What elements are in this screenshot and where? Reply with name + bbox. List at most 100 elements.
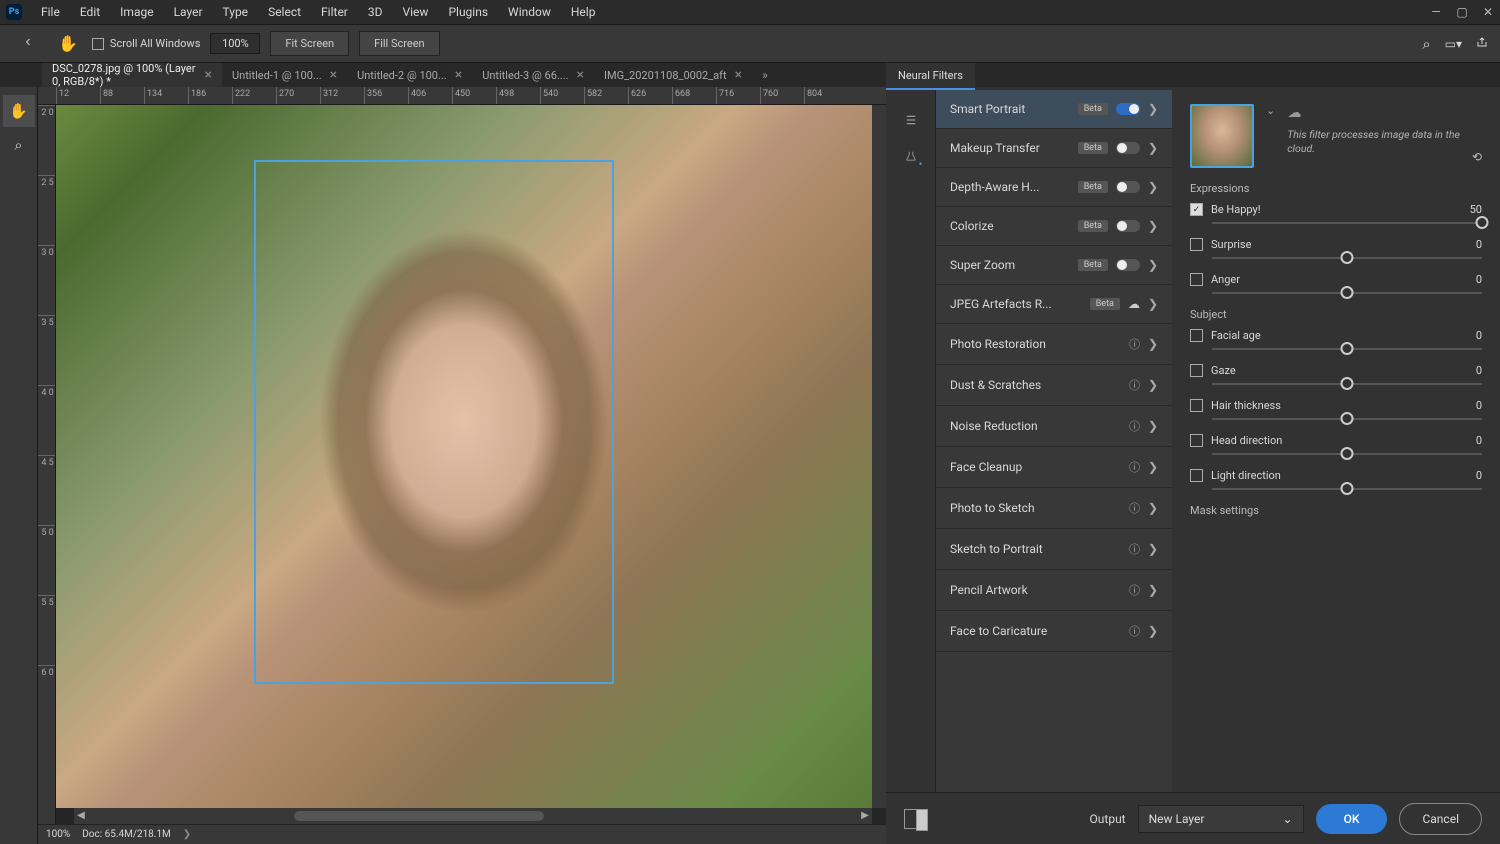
slider-thumb[interactable] (1341, 251, 1354, 264)
slider-track[interactable] (1212, 292, 1482, 294)
filter-toggle[interactable] (1116, 103, 1140, 115)
filter-toggle[interactable] (1116, 259, 1140, 271)
slider-thumb[interactable] (1341, 447, 1354, 460)
slider-thumb[interactable] (1341, 286, 1354, 299)
tab-close-icon[interactable]: × (735, 67, 742, 83)
info-icon[interactable]: ⓘ (1129, 541, 1140, 557)
slider-thumb[interactable] (1476, 216, 1489, 229)
zoom-tool[interactable]: ⌕ (3, 129, 35, 161)
slider-track[interactable] (1212, 418, 1482, 420)
info-icon[interactable]: ⓘ (1129, 418, 1140, 434)
tab-close-icon[interactable]: × (205, 67, 212, 83)
sidebar-icon-beta[interactable] (895, 140, 927, 172)
slider-checkbox[interactable] (1190, 469, 1203, 482)
filter-item[interactable]: JPEG Artefacts R...Beta☁❯ (936, 285, 1172, 324)
slider-checkbox[interactable] (1190, 399, 1203, 412)
slider-track[interactable] (1212, 488, 1482, 490)
info-icon[interactable]: ⓘ (1129, 459, 1140, 475)
close-window-button[interactable]: ✕ (1482, 6, 1494, 18)
slider-checkbox[interactable] (1190, 329, 1203, 342)
filter-item[interactable]: Noise Reductionⓘ❯ (936, 406, 1172, 447)
filter-item[interactable]: Photo Restorationⓘ❯ (936, 324, 1172, 365)
slider-checkbox[interactable] (1190, 364, 1203, 377)
minimize-button[interactable]: — (1430, 6, 1442, 18)
face-dropdown[interactable]: ⌄ (1266, 104, 1275, 117)
scroll-left-arrow[interactable]: ◀ (74, 809, 88, 823)
slider-thumb[interactable] (1341, 482, 1354, 495)
filter-item[interactable]: Makeup TransferBeta❯ (936, 129, 1172, 168)
slider-thumb[interactable] (1341, 377, 1354, 390)
workspace-icon[interactable]: ▭▾ (1445, 37, 1462, 51)
scrollbar-vertical[interactable] (872, 105, 886, 808)
canvas[interactable]: ◀ ▶ (56, 105, 886, 824)
fit-screen-button[interactable]: Fit Screen (270, 31, 349, 56)
document-tab[interactable]: Untitled-3 @ 66....× (472, 63, 594, 87)
tab-close-icon[interactable]: × (577, 67, 584, 83)
filter-toggle[interactable] (1116, 142, 1140, 154)
slider-track[interactable] (1212, 383, 1482, 385)
info-icon[interactable]: ⓘ (1129, 623, 1140, 639)
filter-item[interactable]: Face to Caricatureⓘ❯ (936, 611, 1172, 652)
fill-screen-button[interactable]: Fill Screen (359, 31, 440, 56)
document-tab[interactable]: IMG_20201108_0002_aft× (594, 63, 752, 87)
document-tab[interactable]: Untitled-1 @ 100...× (222, 63, 347, 87)
tab-close-icon[interactable]: × (330, 67, 337, 83)
menu-file[interactable]: File (32, 1, 69, 23)
tab-overflow-icon[interactable]: » (752, 63, 778, 87)
filter-toggle[interactable] (1116, 181, 1140, 193)
scroll-all-checkbox[interactable]: Scroll All Windows (92, 37, 200, 50)
slider-track[interactable] (1212, 257, 1482, 259)
scrollbar-horizontal[interactable]: ◀ ▶ (74, 808, 872, 824)
face-preview-thumbnail[interactable] (1190, 104, 1254, 168)
slider-checkbox[interactable]: ✓ (1190, 203, 1203, 216)
zoom-input[interactable] (210, 33, 260, 54)
download-icon[interactable]: ☁ (1128, 297, 1140, 311)
menu-filter[interactable]: Filter (312, 1, 357, 23)
info-icon[interactable]: ⓘ (1129, 336, 1140, 352)
filter-toggle[interactable] (1116, 220, 1140, 232)
home-button[interactable] (12, 30, 44, 57)
hand-tool[interactable]: ✋ (3, 95, 35, 127)
filter-item[interactable]: Super ZoomBeta❯ (936, 246, 1172, 285)
output-dropdown[interactable]: New Layer ⌄ (1138, 805, 1304, 833)
filter-item[interactable]: Dust & Scratchesⓘ❯ (936, 365, 1172, 406)
scroll-thumb[interactable] (294, 811, 544, 821)
slider-thumb[interactable] (1341, 412, 1354, 425)
slider-checkbox[interactable] (1190, 238, 1203, 251)
menu-layer[interactable]: Layer (165, 1, 212, 23)
ok-button[interactable]: OK (1316, 804, 1388, 834)
slider-checkbox[interactable] (1190, 273, 1203, 286)
menu-3d[interactable]: 3D (359, 1, 392, 23)
filter-item[interactable]: Face Cleanupⓘ❯ (936, 447, 1172, 488)
share-icon[interactable] (1476, 36, 1488, 51)
layer-mask-icon[interactable] (904, 809, 928, 829)
filter-item[interactable]: Sketch to Portraitⓘ❯ (936, 529, 1172, 570)
document-tab[interactable]: Untitled-2 @ 100...× (347, 63, 472, 87)
menu-plugins[interactable]: Plugins (439, 1, 497, 23)
panel-tab-neural-filters[interactable]: Neural Filters (886, 63, 975, 90)
slider-track[interactable] (1212, 348, 1482, 350)
tab-close-icon[interactable]: × (455, 67, 462, 83)
slider-track[interactable] (1212, 222, 1482, 224)
search-icon[interactable]: ⌕ (1422, 35, 1430, 53)
slider-checkbox[interactable] (1190, 434, 1203, 447)
filter-item[interactable]: ColorizeBeta❯ (936, 207, 1172, 246)
filter-item[interactable]: Smart PortraitBeta❯ (936, 90, 1172, 129)
document-tab[interactable]: DSC_0278.jpg @ 100% (Layer 0, RGB/8*) *× (42, 63, 222, 87)
filter-item[interactable]: Depth-Aware H...Beta❯ (936, 168, 1172, 207)
status-arrow-icon[interactable]: ❯ (183, 829, 191, 840)
slider-track[interactable] (1212, 453, 1482, 455)
menu-window[interactable]: Window (499, 1, 560, 23)
filter-item[interactable]: Pencil Artworkⓘ❯ (936, 570, 1172, 611)
menu-image[interactable]: Image (111, 1, 162, 23)
menu-help[interactable]: Help (562, 1, 605, 23)
cancel-button[interactable]: Cancel (1399, 803, 1482, 835)
menu-select[interactable]: Select (259, 1, 310, 23)
sidebar-icon-all[interactable] (895, 104, 927, 136)
info-icon[interactable]: ⓘ (1129, 500, 1140, 516)
info-icon[interactable]: ⓘ (1129, 582, 1140, 598)
reset-icon[interactable]: ⟲ (1472, 150, 1482, 164)
menu-type[interactable]: Type (214, 1, 258, 23)
filter-item[interactable]: Photo to Sketchⓘ❯ (936, 488, 1172, 529)
menu-view[interactable]: View (394, 1, 438, 23)
